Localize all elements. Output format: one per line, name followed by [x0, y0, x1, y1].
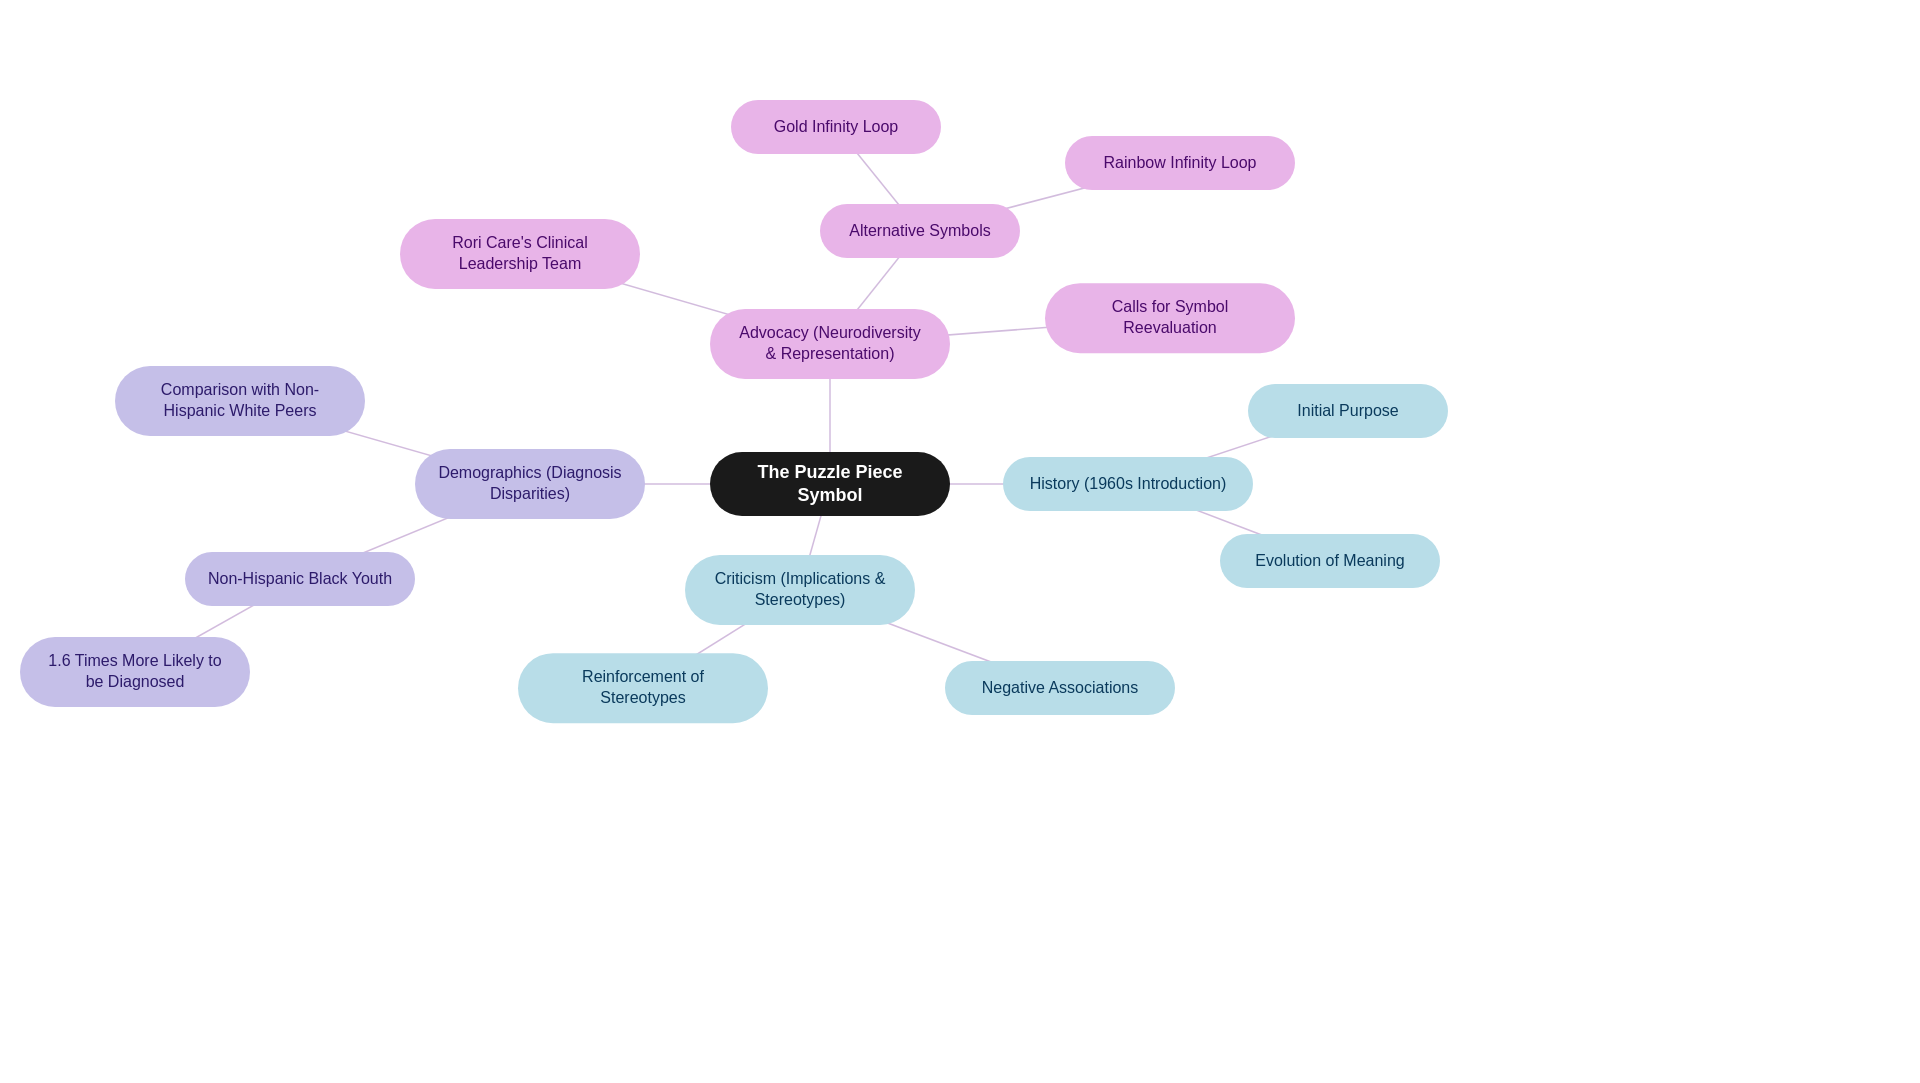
node-initial-purpose[interactable]: Initial Purpose: [1248, 384, 1448, 438]
node-criticism[interactable]: Criticism (Implications & Stereotypes): [685, 555, 915, 625]
node-alternative-symbols[interactable]: Alternative Symbols: [820, 204, 1020, 258]
mindmap-container: The Puzzle Piece Symbol Gold Infinity Loo…: [0, 0, 1920, 1083]
node-demographics[interactable]: Demographics (Diagnosis Disparities): [415, 449, 645, 519]
node-advocacy[interactable]: Advocacy (Neurodiversity & Representatio…: [710, 309, 950, 379]
node-reinforcement[interactable]: Reinforcement of Stereotypes: [518, 653, 768, 723]
node-rori-care[interactable]: Rori Care's Clinical Leadership Team: [400, 219, 640, 289]
node-1-6-times[interactable]: 1.6 Times More Likely to be Diagnosed: [20, 637, 250, 707]
node-negative-assoc[interactable]: Negative Associations: [945, 661, 1175, 715]
node-gold-infinity[interactable]: Gold Infinity Loop: [731, 100, 941, 154]
node-comparison-nhw[interactable]: Comparison with Non-Hispanic White Peers: [115, 366, 365, 436]
node-history[interactable]: History (1960s Introduction): [1003, 457, 1253, 511]
node-non-hispanic-black[interactable]: Non-Hispanic Black Youth: [185, 552, 415, 606]
node-calls-symbol[interactable]: Calls for Symbol Reevaluation: [1045, 283, 1295, 353]
node-rainbow-infinity[interactable]: Rainbow Infinity Loop: [1065, 136, 1295, 190]
node-evolution[interactable]: Evolution of Meaning: [1220, 534, 1440, 588]
center-node[interactable]: The Puzzle Piece Symbol: [710, 452, 950, 516]
connections-svg: [0, 0, 1920, 1083]
